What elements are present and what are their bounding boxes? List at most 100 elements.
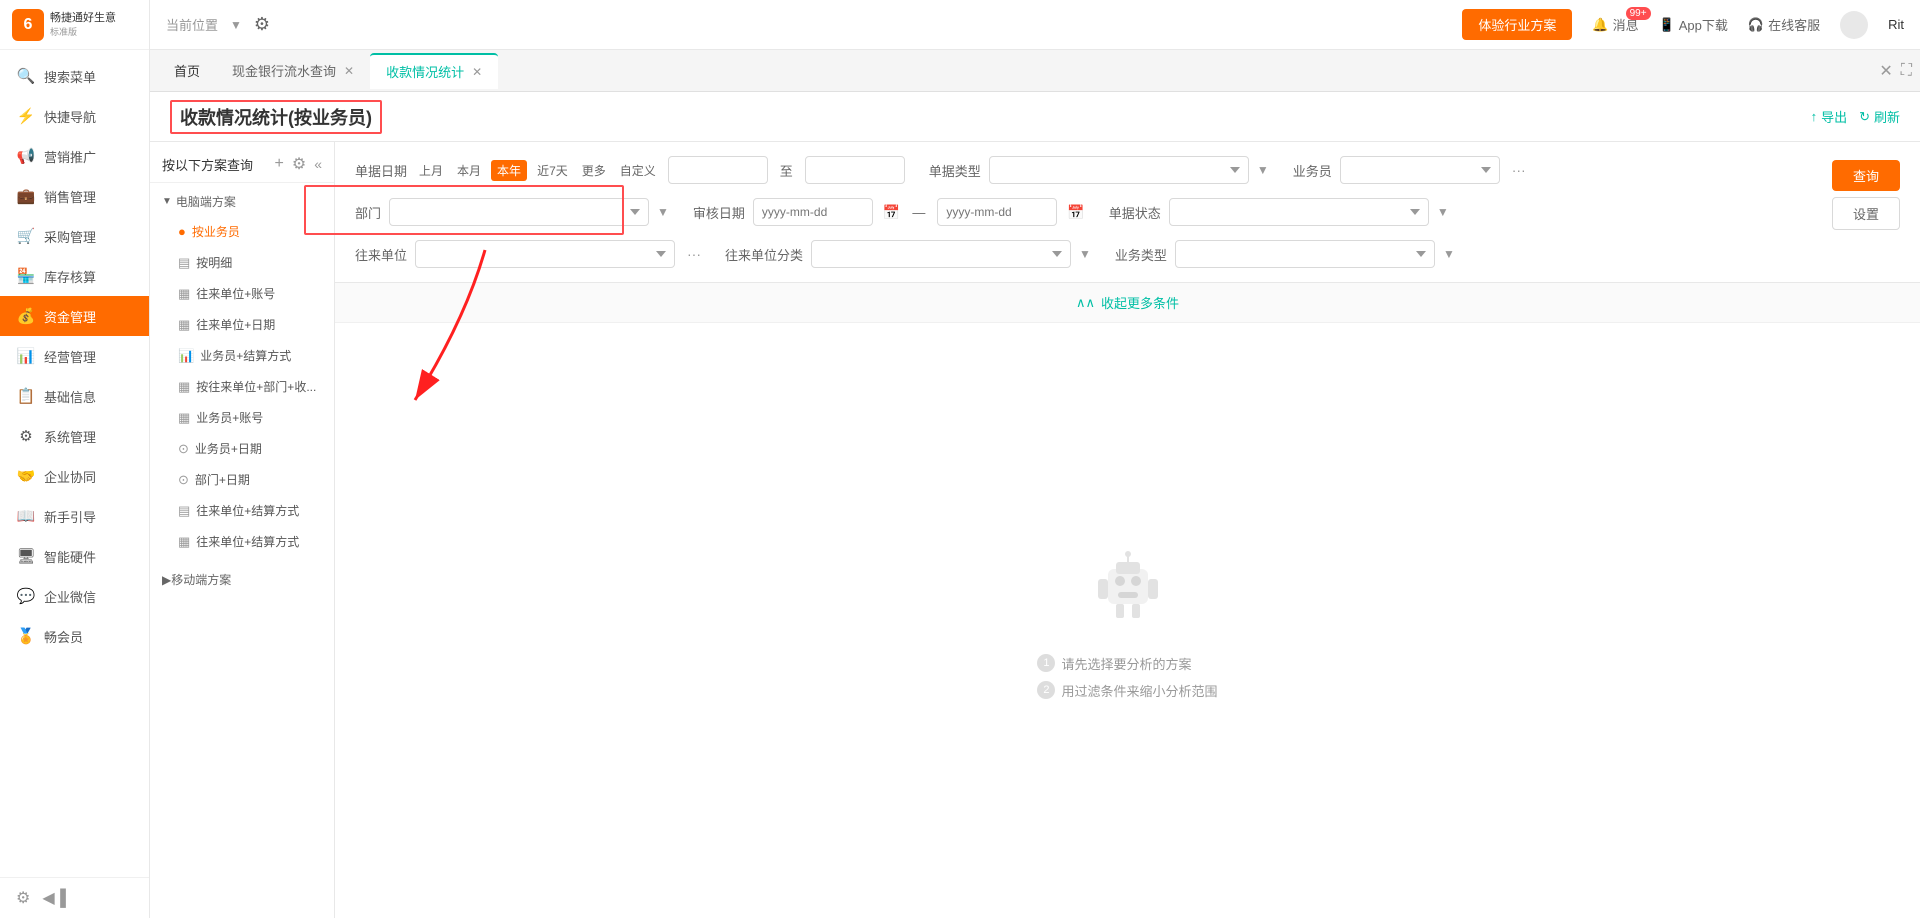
export-btn[interactable]: ↑ 导出 — [1811, 107, 1848, 126]
scheme-item-salesman-account[interactable]: ▦ 业务员+账号 — [150, 402, 334, 433]
sidebar-item-quick-nav[interactable]: ⚡ 快捷导航 — [0, 96, 149, 136]
sidebar-item-label: 基础信息 — [44, 387, 96, 406]
scheme-item-salesman-date[interactable]: ⊙ 业务员+日期 — [150, 433, 334, 464]
empty-illustration — [1078, 534, 1178, 634]
trial-btn[interactable]: 体验行业方案 — [1462, 9, 1572, 40]
date-btn-last-month[interactable]: 上月 — [415, 160, 447, 181]
scheme-item-unit-settlement2[interactable]: ▦ 往来单位+结算方式 — [150, 526, 334, 557]
dept-select-wrap — [389, 198, 649, 226]
collapse-chevron-icon: ∧∧ — [1076, 295, 1095, 311]
add-scheme-icon[interactable]: + — [275, 155, 284, 173]
scheme-item-label: 按明细 — [196, 254, 232, 271]
refresh-icon: ↻ — [1859, 109, 1870, 125]
partner-more-icon[interactable]: ··· — [687, 246, 701, 262]
partner-classify-select[interactable] — [811, 240, 1071, 268]
left-panel: 按以下方案查询 + ⚙ « ▼ 电脑端方案 ● — [150, 142, 335, 918]
scheme-item-salesman-settlement[interactable]: 📊 业务员+结算方式 — [150, 340, 334, 371]
settings-btn[interactable]: 设置 — [1832, 197, 1900, 230]
date-btn-this-month[interactable]: 本月 — [453, 160, 485, 181]
date-btn-custom[interactable]: 自定义 — [616, 160, 660, 181]
sidebar-item-operations[interactable]: 📊 经营管理 — [0, 336, 149, 376]
tab-bank-flow-close[interactable]: ✕ — [344, 64, 354, 78]
tab-bar: 首页 现金银行流水查询 ✕ 收款情况统计 ✕ ✕ ⛶ — [150, 50, 1920, 92]
review-date-cal-icon[interactable]: 📅 — [883, 204, 900, 221]
voucher-type-select[interactable] — [989, 156, 1249, 184]
maximize-window-icon[interactable]: ⛶ — [1901, 62, 1912, 80]
search-icon: 🔍 — [16, 66, 36, 86]
refresh-btn[interactable]: ↻ 刷新 — [1859, 107, 1900, 126]
voucher-status-select[interactable] — [1169, 198, 1429, 226]
header-settings-icon[interactable]: ⚙ — [254, 14, 270, 35]
scheme-unit-settlement2-icon: ▦ — [178, 534, 190, 550]
dept-select[interactable] — [389, 198, 649, 226]
page-title-bar: 收款情况统计(按业务员) ↑ 导出 ↻ 刷新 — [150, 92, 1920, 142]
sidebar-item-finance[interactable]: 💰 资金管理 — [0, 296, 149, 336]
scheme-item-dept-date[interactable]: ⊙ 部门+日期 — [150, 464, 334, 495]
partner-classify-label: 往来单位分类 — [725, 245, 803, 264]
desktop-scheme-label: 电脑端方案 — [176, 193, 236, 210]
partner-select[interactable] — [415, 240, 675, 268]
date-btn-this-year[interactable]: 本年 — [491, 160, 527, 181]
notification-bell[interactable]: 🔔 消息 99+ — [1592, 15, 1638, 34]
close-window-icon[interactable]: ✕ — [1879, 61, 1892, 81]
tab-home[interactable]: 首页 — [158, 53, 216, 89]
scheme-item-unit-account[interactable]: ▦ 往来单位+账号 — [150, 278, 334, 309]
system-icon: ⚙ — [16, 426, 36, 446]
scheme-settings-icon[interactable]: ⚙ — [292, 154, 306, 174]
scheme-item-unit-date[interactable]: ▦ 往来单位+日期 — [150, 309, 334, 340]
page-content: 收款情况统计(按业务员) ↑ 导出 ↻ 刷新 按以下方案查询 — [150, 92, 1920, 918]
online-service[interactable]: 🎧 在线客服 — [1748, 15, 1820, 34]
scheme-item-label: 部门+日期 — [195, 471, 250, 488]
tab-receipt-stats-close[interactable]: ✕ — [472, 65, 482, 79]
business-type-select[interactable] — [1175, 240, 1435, 268]
sidebar-item-marketing[interactable]: 📢 营销推广 — [0, 136, 149, 176]
sidebar-item-warehouse[interactable]: 🏪 库存核算 — [0, 256, 149, 296]
date-to-input[interactable]: 2023-12-31 — [805, 156, 905, 184]
empty-tip-2: 2 用过滤条件来缩小分析范围 — [1037, 681, 1217, 700]
collapse-panel-icon[interactable]: « — [314, 156, 322, 172]
filter-inner-row-3: 往来单位 ··· 往来单位分类 — [355, 240, 1812, 282]
review-date-from[interactable] — [753, 198, 873, 226]
mobile-scheme-group-title[interactable]: ▶ 移动端方案 — [150, 565, 334, 594]
sidebar-item-system[interactable]: ⚙ 系统管理 — [0, 416, 149, 456]
left-panel-header-left: 按以下方案查询 — [162, 155, 253, 174]
desktop-scheme-group-title[interactable]: ▼ 电脑端方案 — [150, 187, 334, 216]
filter-item-date: 单据日期 上月 本月 本年 近7天 更多 自定义 — [355, 156, 905, 184]
tab-bank-flow[interactable]: 现金银行流水查询 ✕ — [216, 53, 370, 89]
date-btn-7days[interactable]: 近7天 — [533, 160, 572, 181]
salesman-more-icon[interactable]: ··· — [1512, 162, 1526, 178]
scheme-item-unit-dept-receipt[interactable]: ▦ 按往来单位+部门+收... — [150, 371, 334, 402]
salesman-select-wrap — [1340, 156, 1500, 184]
date-from-input[interactable]: 2023-01-01 — [668, 156, 768, 184]
sidebar-item-hardware[interactable]: 🖥 智能硬件 — [0, 536, 149, 576]
settings-bottom-icon[interactable]: ⚙ — [16, 888, 30, 908]
sidebar-item-member[interactable]: 🏅 畅会员 — [0, 616, 149, 656]
salesman-select[interactable] — [1340, 156, 1500, 184]
sidebar-item-wechat[interactable]: 💬 企业微信 — [0, 576, 149, 616]
review-date-to-cal-icon[interactable]: 📅 — [1067, 204, 1084, 221]
sidebar-item-basic[interactable]: 📋 基础信息 — [0, 376, 149, 416]
sidebar-item-purchase[interactable]: 🛒 采购管理 — [0, 216, 149, 256]
sidebar-item-guide[interactable]: 📖 新手引导 — [0, 496, 149, 536]
scheme-item-by-detail[interactable]: ▤ 按明细 — [150, 247, 334, 278]
collapse-more-bar[interactable]: ∧∧ 收起更多条件 — [335, 283, 1920, 323]
sidebar-item-sales[interactable]: 💼 销售管理 — [0, 176, 149, 216]
sidebar-item-search[interactable]: 🔍 搜索菜单 — [0, 56, 149, 96]
scheme-item-unit-settlement1[interactable]: ▤ 往来单位+结算方式 — [150, 495, 334, 526]
filter-item-partner-classify: 往来单位分类 ▼ — [725, 240, 1091, 268]
online-service-label: 在线客服 — [1768, 15, 1820, 34]
collapse-sidebar-icon[interactable]: ◀▐ — [42, 888, 66, 908]
tab-receipt-stats[interactable]: 收款情况统计 ✕ — [370, 53, 498, 89]
logo-text: 畅捷通好生意 标准版 — [50, 11, 116, 38]
header-dropdown-icon: ▼ — [230, 18, 242, 32]
sidebar-item-label: 资金管理 — [44, 307, 96, 326]
mobile-scheme-label: 移动端方案 — [171, 571, 231, 588]
right-panel: 单据日期 上月 本月 本年 近7天 更多 自定义 — [335, 142, 1920, 918]
scheme-unit-settlement1-icon: ▤ — [178, 503, 190, 519]
app-download[interactable]: 📱 App下载 — [1659, 15, 1728, 34]
scheme-item-by-salesman[interactable]: ● 按业务员 — [150, 216, 334, 247]
review-date-to[interactable] — [937, 198, 1057, 226]
date-btn-more[interactable]: 更多 — [578, 160, 610, 181]
query-btn[interactable]: 查询 — [1832, 160, 1900, 191]
sidebar-item-enterprise[interactable]: 🤝 企业协同 — [0, 456, 149, 496]
